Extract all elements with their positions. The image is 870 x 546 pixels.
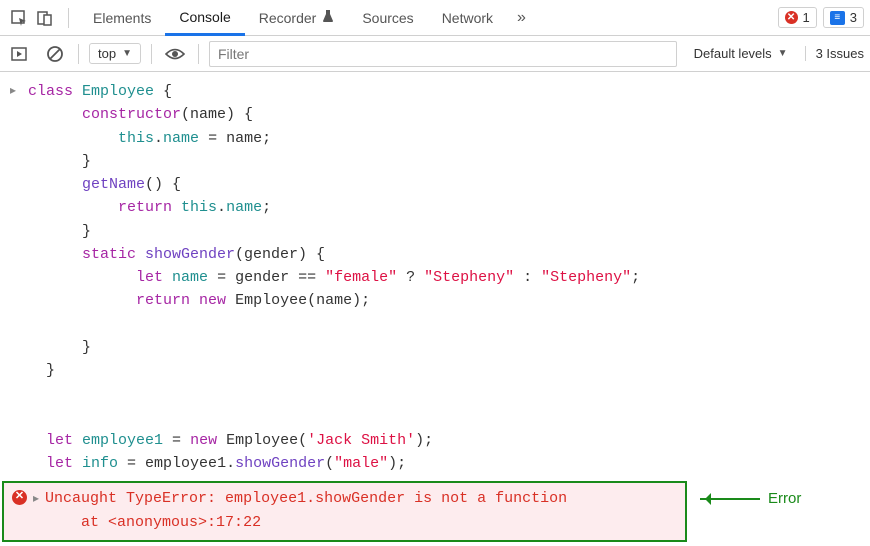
tab-elements[interactable]: Elements [79, 0, 165, 35]
code-text: class Employee { [28, 80, 172, 103]
error-icon: ✕ [12, 490, 27, 505]
code-text: } [28, 220, 91, 243]
code-line: let name = gender == "female" ? "Stephen… [0, 266, 870, 289]
separator [78, 44, 79, 64]
tab-recorder[interactable]: Recorder [245, 0, 349, 35]
annotation-error-label: Error [700, 490, 801, 507]
tab-network[interactable]: Network [428, 0, 507, 35]
code-line: let employee1 = new Employee('Jack Smith… [0, 429, 870, 452]
device-toggle-icon[interactable] [32, 5, 58, 31]
gutter [10, 336, 28, 359]
code-line: ▸class Employee { [0, 80, 870, 103]
filter-placeholder: Filter [218, 46, 249, 62]
error-count: 1 [803, 10, 810, 25]
code-text: let info = employee1.showGender("male"); [28, 452, 406, 475]
separator [151, 44, 152, 64]
message-count: 3 [850, 10, 857, 25]
gutter [10, 382, 28, 405]
gutter: ▸ [10, 80, 28, 103]
code-line [0, 313, 870, 336]
error-dot-icon: ✕ [785, 11, 798, 24]
code-text: static showGender(gender) { [28, 243, 325, 266]
gutter [10, 150, 28, 173]
code-line: let info = employee1.showGender("male"); [0, 452, 870, 475]
code-text: this.name = name; [28, 127, 271, 150]
separator [198, 44, 199, 64]
tabs-container: ElementsConsoleRecorderSourcesNetwork [79, 0, 507, 35]
log-levels-selector[interactable]: Default levels ▼ [687, 43, 795, 64]
sidebar-toggle-icon[interactable] [6, 41, 32, 67]
code-line: return new Employee(name); [0, 289, 870, 312]
annotation-text: Error [768, 490, 801, 507]
expand-caret-icon[interactable]: ▸ [33, 490, 39, 509]
gutter [10, 429, 28, 452]
code-text: } [28, 359, 55, 382]
context-label: top [98, 46, 116, 61]
code-text: let employee1 = new Employee('Jack Smith… [28, 429, 433, 452]
devtools-tabbar: ElementsConsoleRecorderSourcesNetwork » … [0, 0, 870, 36]
arrow-left-icon [700, 498, 760, 500]
code-line: } [0, 336, 870, 359]
issues-button[interactable]: 3 Issues [805, 46, 864, 61]
code-text: getName() { [28, 173, 181, 196]
message-icon: ≡ [830, 11, 845, 25]
message-badge[interactable]: ≡ 3 [823, 7, 864, 28]
separator [68, 8, 69, 28]
code-text [28, 406, 37, 429]
chevron-down-icon: ▼ [122, 48, 132, 59]
code-line: constructor(name) { [0, 103, 870, 126]
code-text: constructor(name) { [28, 103, 253, 126]
flask-icon [322, 9, 334, 26]
gutter [10, 220, 28, 243]
gutter [10, 196, 28, 219]
code-line: } [0, 150, 870, 173]
chevron-down-icon: ▼ [778, 48, 788, 59]
gutter [10, 289, 28, 312]
more-tabs-button[interactable]: » [507, 9, 536, 27]
code-line: } [0, 359, 870, 382]
gutter [10, 173, 28, 196]
code-line: this.name = name; [0, 127, 870, 150]
code-text: } [28, 150, 91, 173]
code-line [0, 406, 870, 429]
gutter [10, 359, 28, 382]
code-line: static showGender(gender) { [0, 243, 870, 266]
filter-input[interactable]: Filter [209, 41, 677, 67]
live-expression-icon[interactable] [162, 41, 188, 67]
code-text: return this.name; [28, 196, 271, 219]
gutter [10, 243, 28, 266]
error-message-line2: at <anonymous>:17:22 [45, 511, 567, 534]
levels-label: Default levels [694, 46, 772, 61]
gutter [10, 103, 28, 126]
gutter [10, 127, 28, 150]
code-text: return new Employee(name); [28, 289, 370, 312]
code-text [28, 382, 37, 405]
gutter [10, 313, 28, 336]
context-selector[interactable]: top ▼ [89, 43, 141, 64]
error-badge[interactable]: ✕ 1 [778, 7, 817, 28]
inspect-icon[interactable] [6, 5, 32, 31]
tab-sources[interactable]: Sources [348, 0, 427, 35]
tab-console[interactable]: Console [165, 0, 244, 36]
code-text: } [28, 336, 91, 359]
code-line: return this.name; [0, 196, 870, 219]
clear-console-icon[interactable] [42, 41, 68, 67]
gutter [10, 452, 28, 475]
code-line: getName() { [0, 173, 870, 196]
console-output: ▸class Employee { constructor(name) { th… [0, 72, 870, 542]
gutter [10, 266, 28, 289]
code-text: let name = gender == "female" ? "Stephen… [28, 266, 640, 289]
console-toolbar: top ▼ Filter Default levels ▼ 3 Issues [0, 36, 870, 72]
error-highlight-box: ✕ ▸ Uncaught TypeError: employee1.showGe… [2, 481, 687, 542]
code-text [28, 313, 37, 336]
gutter [10, 406, 28, 429]
code-line [0, 382, 870, 405]
error-message-line1: Uncaught TypeError: employee1.showGender… [45, 487, 567, 510]
code-line: } [0, 220, 870, 243]
console-error-row[interactable]: ✕ ▸ Uncaught TypeError: employee1.showGe… [4, 483, 685, 540]
